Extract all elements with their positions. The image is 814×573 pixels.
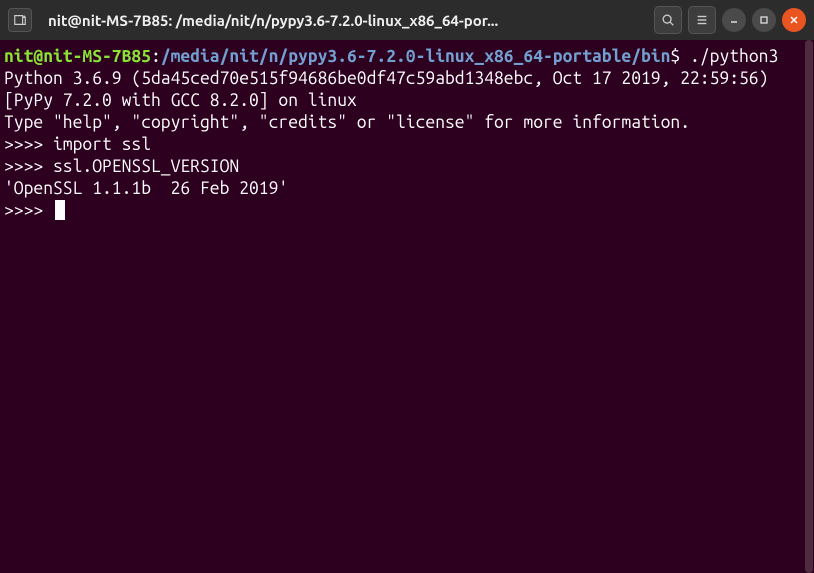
menu-button[interactable] (688, 6, 716, 34)
repl-prompt: >>>> (4, 157, 53, 176)
repl-prompt: >>>> (4, 201, 53, 220)
shell-command: ./python3 (690, 47, 778, 66)
titlebar-left: nit@nit-MS-7B85: /media/nit/n/pypy3.6-7.… (8, 8, 498, 32)
dollar-sign: $ (670, 47, 680, 66)
window-title: nit@nit-MS-7B85: /media/nit/n/pypy3.6-7.… (48, 12, 498, 29)
repl-line: >>>> import ssl (4, 134, 810, 156)
user-host: nit@nit-MS-7B85 (4, 47, 151, 66)
terminal-area[interactable]: nit@nit-MS-7B85:/media/nit/n/pypy3.6-7.2… (0, 40, 814, 228)
search-button[interactable] (654, 6, 682, 34)
new-tab-button[interactable] (8, 8, 32, 32)
minimize-button[interactable] (722, 8, 746, 32)
repl-command: import ssl (53, 135, 151, 154)
scrollbar[interactable] (804, 40, 814, 573)
scrollbar-thumb[interactable] (805, 40, 813, 573)
close-button[interactable] (782, 8, 806, 32)
repl-line: >>>> ssl.OPENSSL_VERSION (4, 156, 810, 178)
maximize-button[interactable] (752, 8, 776, 32)
repl-command: ssl.OPENSSL_VERSION (53, 157, 239, 176)
cursor (55, 200, 65, 220)
repl-result: 'OpenSSL 1.1.1b 26 Feb 2019' (4, 178, 810, 200)
output-line: Python 3.6.9 (5da45ced70e515f94686be0df4… (4, 68, 810, 90)
output-line: [PyPy 7.2.0 with GCC 8.2.0] on linux (4, 90, 810, 112)
colon: : (151, 47, 161, 66)
shell-prompt-line: nit@nit-MS-7B85:/media/nit/n/pypy3.6-7.2… (4, 46, 810, 68)
titlebar-controls (654, 6, 806, 34)
output-line: Type "help", "copyright", "credits" or "… (4, 112, 810, 134)
cwd-path: /media/nit/n/pypy3.6-7.2.0-linux_x86_64-… (161, 47, 671, 66)
window-titlebar: nit@nit-MS-7B85: /media/nit/n/pypy3.6-7.… (0, 0, 814, 40)
repl-current-line: >>>> (4, 200, 810, 222)
repl-prompt: >>>> (4, 135, 53, 154)
